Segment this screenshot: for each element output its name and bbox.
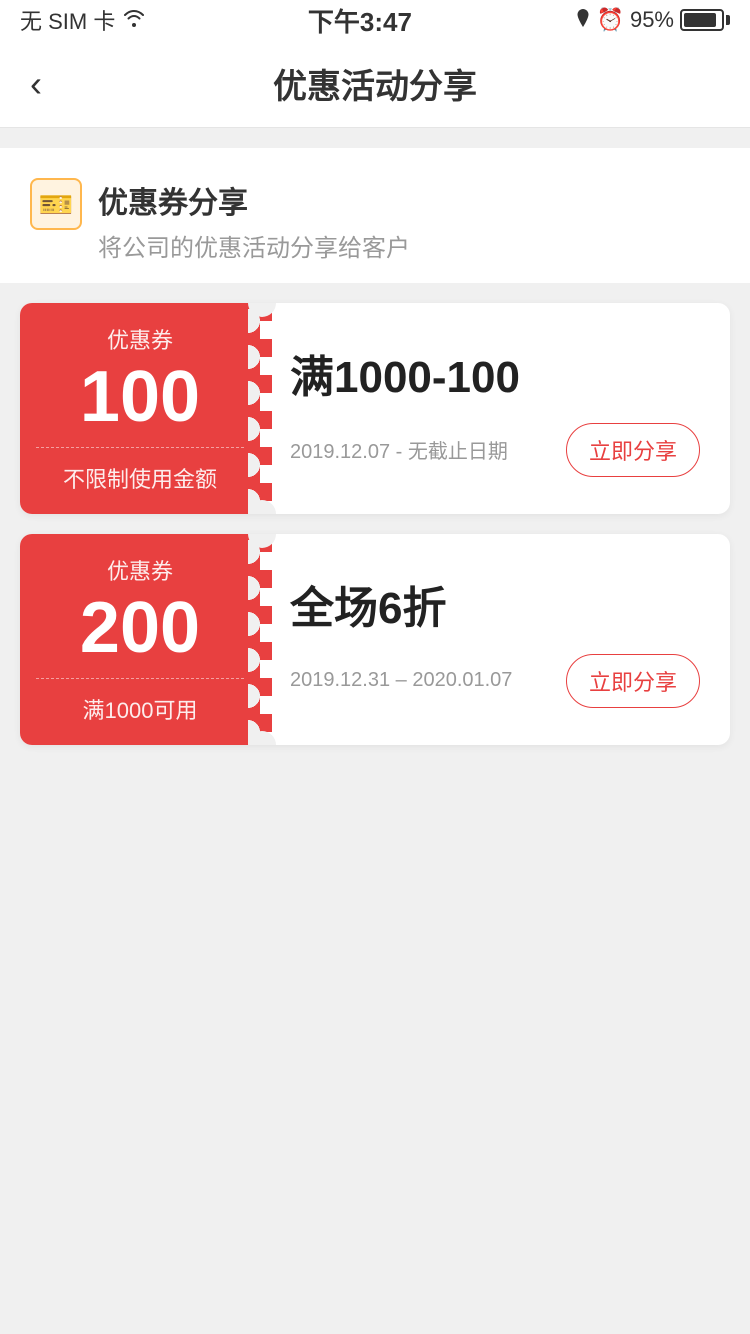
coupon-date-2: 2019.12.31 – 2020.01.07 [290,669,512,692]
status-time: 下午3:47 [308,2,412,39]
battery-indicator [680,9,730,31]
wifi-icon [123,7,145,33]
coupon-divider-1 [36,447,244,448]
coupon-list: 优惠券 100 不限制使用金额 满1000-100 2019.12.07 - 无… [0,283,750,765]
coupon-amount-2: 200 [80,592,200,664]
section-text: 优惠券分享 将公司的优惠活动分享给客户 [98,178,410,263]
coupon-left-2: 优惠券 200 满1000可用 [20,534,260,745]
section-title: 优惠券分享 [98,178,410,222]
nav-title: 优惠活动分享 [273,59,477,108]
coupon-right-2: 全场6折 2019.12.31 – 2020.01.07 立即分享 [260,534,730,745]
share-button-1[interactable]: 立即分享 [566,423,700,477]
coupon-right-1: 满1000-100 2019.12.07 - 无截止日期 立即分享 [260,303,730,514]
share-button-2[interactable]: 立即分享 [566,654,700,708]
coupon-condition-1: 不限制使用金额 [63,462,217,494]
alarm-icon: ⏰ [597,7,624,33]
coupon-divider-2 [36,678,244,679]
coupon-condition-2: 满1000可用 [83,693,198,725]
section-icon: 🎫 [30,178,82,230]
status-bar: 无 SIM 卡 下午3:47 ⏰ 95% [0,0,750,40]
coupon-card-1: 优惠券 100 不限制使用金额 满1000-100 2019.12.07 - 无… [20,303,730,514]
coupon-title-2: 全场6折 [290,572,700,636]
location-icon [575,7,591,33]
coupon-title-1: 满1000-100 [290,341,700,405]
coupon-footer-1: 2019.12.07 - 无截止日期 立即分享 [290,423,700,477]
nav-bar: ‹ 优惠活动分享 [0,40,750,128]
coupon-label-2: 优惠券 [107,554,173,586]
coupon-date-1: 2019.12.07 - 无截止日期 [290,435,508,464]
battery-percentage: 95% [630,7,674,33]
coupon-amount-1: 100 [80,361,200,433]
coupon-card-2: 优惠券 200 满1000可用 全场6折 2019.12.31 – 2020.0… [20,534,730,745]
coupon-footer-2: 2019.12.31 – 2020.01.07 立即分享 [290,654,700,708]
coupon-label-1: 优惠券 [107,323,173,355]
coupon-icon-emoji: 🎫 [39,188,74,221]
back-button[interactable]: ‹ [30,63,42,105]
section-subtitle: 将公司的优惠活动分享给客户 [98,228,410,263]
status-right: ⏰ 95% [575,7,730,33]
status-left: 无 SIM 卡 [20,4,145,36]
section-header: 🎫 优惠券分享 将公司的优惠活动分享给客户 [0,148,750,283]
carrier-text: 无 SIM 卡 [20,4,115,36]
coupon-left-1: 优惠券 100 不限制使用金额 [20,303,260,514]
